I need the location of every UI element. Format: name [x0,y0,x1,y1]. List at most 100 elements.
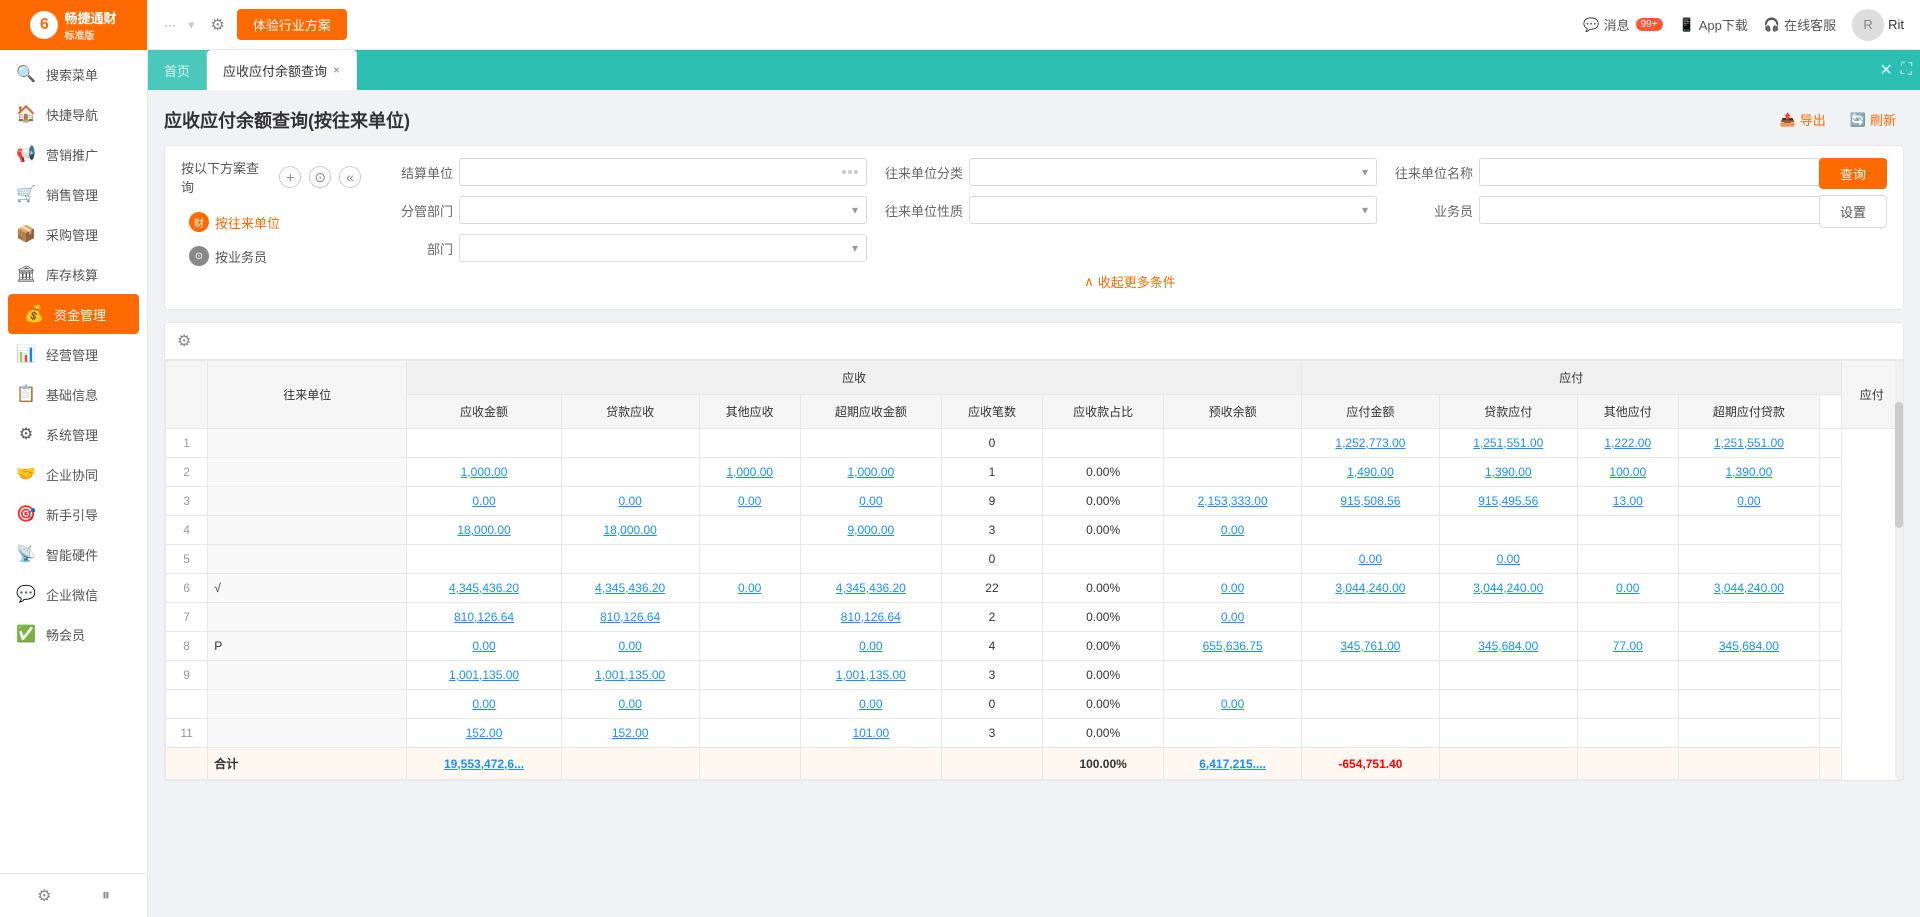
scheme-settings-btn[interactable]: ⊙ [309,166,331,188]
sidebar-item-guide[interactable]: 🎯 新手引导 [0,494,147,534]
settlement-unit-input[interactable] [459,158,867,186]
sidebar-item-corp[interactable]: 🤝 企业协同 [0,454,147,494]
sidebar-item-quick-nav[interactable]: 🏠 快捷导航 [0,94,147,134]
cell-ar_amount[interactable]: 0.00 [407,632,561,661]
sidebar-item-wechat[interactable]: 💬 企业微信 [0,574,147,614]
cell-ap_amount[interactable]: 0.00 [1302,545,1440,574]
query-button[interactable]: 查询 [1819,158,1887,189]
sidebar-item-member[interactable]: ✅ 畅会员 [0,614,147,654]
cell-ap_loan[interactable]: 3,044,240.00 [1439,574,1577,603]
cell-ar_amount[interactable]: 1,001,135.00 [407,661,561,690]
cell-ap_amount[interactable]: 1,252,773.00 [1302,429,1440,458]
cell-ar_loan[interactable]: 0.00 [561,690,699,719]
cell-ar_loan[interactable]: 1,001,135.00 [561,661,699,690]
cell-ar_overdue[interactable]: 101.00 [800,719,941,748]
cell-ap_overdue[interactable]: 3,044,240.00 [1678,574,1819,603]
cell-ar_amount[interactable]: 152.00 [407,719,561,748]
scheme-collapse-btn[interactable]: « [339,166,361,188]
sidebar-item-purchase[interactable]: 📦 采购管理 [0,214,147,254]
footer-ar-amount[interactable]: 19,553,472,6... [407,748,561,780]
expand-window-btn[interactable]: ⛶ [1901,61,1912,79]
cell-ap_amount[interactable]: 1,490.00 [1302,458,1440,487]
cell-ap_overdue[interactable]: 1,251,551.00 [1678,429,1819,458]
cell-ar_amount[interactable]: 0.00 [407,487,561,516]
cell-ar_amount[interactable]: 18,000.00 [407,516,561,545]
sidebar-collapse-btn[interactable]: ⏸ [94,883,118,909]
cell-ar_advance[interactable]: 2,153,333.00 [1164,487,1302,516]
sidebar-settings-btn[interactable]: ⚙ [29,882,59,910]
cell-ar_overdue[interactable]: 9,000.00 [800,516,941,545]
sidebar-item-business[interactable]: 📊 经营管理 [0,334,147,374]
sidebar-item-marketing[interactable]: 📢 营销推广 [0,134,147,174]
table-settings-icon[interactable]: ⚙ [177,331,191,351]
tab-home[interactable]: 首页 [148,50,207,90]
cell-ap_amount[interactable]: 345,761.00 [1302,632,1440,661]
tab-ar-ap[interactable]: 应收应付余额查询 × [207,50,357,90]
partner-category-select[interactable]: ▾ [969,158,1377,186]
cell-ar_loan[interactable]: 4,345,436.20 [561,574,699,603]
header-settings-icon[interactable]: ⚙ [211,15,225,35]
user-avatar[interactable]: R Rit [1852,9,1904,41]
cell-ap_loan[interactable]: 1,390.00 [1439,458,1577,487]
cell-ap_loan[interactable]: 1,251,551.00 [1439,429,1577,458]
cell-ar_advance[interactable]: 0.00 [1164,516,1302,545]
cell-ap_amount[interactable]: 3,044,240.00 [1302,574,1440,603]
cell-ar_overdue[interactable]: 1,000.00 [800,458,941,487]
cell-ar_amount[interactable]: 810,126.64 [407,603,561,632]
cell-ar_overdue[interactable]: 0.00 [800,690,941,719]
cell-ap_overdue[interactable]: 345,684.00 [1678,632,1819,661]
scheme-option-salesperson[interactable]: ⊙ 按业务员 [181,242,361,270]
cell-ar_advance[interactable]: 655,636.75 [1164,632,1302,661]
cell-ap_other[interactable]: 0.00 [1577,574,1678,603]
cell-ap_overdue[interactable]: 0.00 [1678,487,1819,516]
dept-select[interactable]: ▾ [459,196,867,224]
cell-ar_loan[interactable]: 18,000.00 [561,516,699,545]
cell-ar_overdue[interactable]: 4,345,436.20 [800,574,941,603]
sidebar-item-basic-info[interactable]: 📋 基础信息 [0,374,147,414]
trial-button[interactable]: 体验行业方案 [237,9,347,40]
cell-ar_loan[interactable]: 810,126.64 [561,603,699,632]
cell-ar_other[interactable]: 0.00 [699,574,800,603]
cell-ap_amount[interactable]: 915,508.56 [1302,487,1440,516]
cell-ap_loan[interactable]: 0.00 [1439,545,1577,574]
cell-ap_other[interactable]: 13.00 [1577,487,1678,516]
cell-ar_overdue[interactable]: 1,001,135.00 [800,661,941,690]
cell-ar_overdue[interactable]: 0.00 [800,487,941,516]
cell-ar_overdue[interactable]: 810,126.64 [800,603,941,632]
cell-ap_loan[interactable]: 915,495.56 [1439,487,1577,516]
export-button[interactable]: 📤 导出 [1772,106,1834,133]
app-download-action[interactable]: 📱 App下载 [1679,15,1748,34]
cell-ap_other[interactable]: 77.00 [1577,632,1678,661]
table-scroll[interactable]: 往来单位 应收 应付 应付 应收金额 贷款应收 其他应收 超期应收金额 应收笔数… [165,360,1903,780]
messages-action[interactable]: 💬 消息 99+ [1583,15,1662,34]
cell-ar_loan[interactable]: 0.00 [561,632,699,661]
cell-ar_advance[interactable]: 0.00 [1164,603,1302,632]
close-window-btn[interactable]: ✕ [1879,60,1892,80]
cell-ar_advance[interactable]: 0.00 [1164,574,1302,603]
footer-ar-advance[interactable]: 6,417,215.... [1164,748,1302,780]
online-service-action[interactable]: 🎧 在线客服 [1764,15,1836,34]
cell-ar_other[interactable]: 0.00 [699,487,800,516]
cell-ar_other[interactable]: 1,000.00 [699,458,800,487]
cell-ar_amount[interactable]: 1,000.00 [407,458,561,487]
scheme-option-partner[interactable]: 财 按往来单位 [181,208,361,236]
cell-ar_overdue[interactable]: 0.00 [800,632,941,661]
dept2-select[interactable]: ▾ [459,234,867,262]
cell-ap_other[interactable]: 100.00 [1577,458,1678,487]
cell-ar_advance[interactable]: 0.00 [1164,690,1302,719]
sidebar-item-smart-hw[interactable]: 📡 智能硬件 [0,534,147,574]
cell-ap_overdue[interactable]: 1,390.00 [1678,458,1819,487]
cell-ar_amount[interactable]: 0.00 [407,690,561,719]
sidebar-item-finance[interactable]: 💰 资金管理 [8,294,139,334]
cell-ar_amount[interactable]: 4,345,436.20 [407,574,561,603]
tab-close-btn[interactable]: × [333,63,340,77]
sidebar-item-inventory[interactable]: 🏛 库存核算 [0,254,147,294]
vertical-scrollbar[interactable] [1895,360,1903,780]
refresh-button[interactable]: 🔄 刷新 [1842,106,1904,133]
cell-ap_other[interactable]: 1,222.00 [1577,429,1678,458]
cell-ar_loan[interactable]: 152.00 [561,719,699,748]
cell-ap_loan[interactable]: 345,684.00 [1439,632,1577,661]
sidebar-item-sales[interactable]: 🛒 销售管理 [0,174,147,214]
scheme-add-btn[interactable]: + [279,166,301,188]
sidebar-item-search-menu[interactable]: 🔍 搜索菜单 [0,54,147,94]
